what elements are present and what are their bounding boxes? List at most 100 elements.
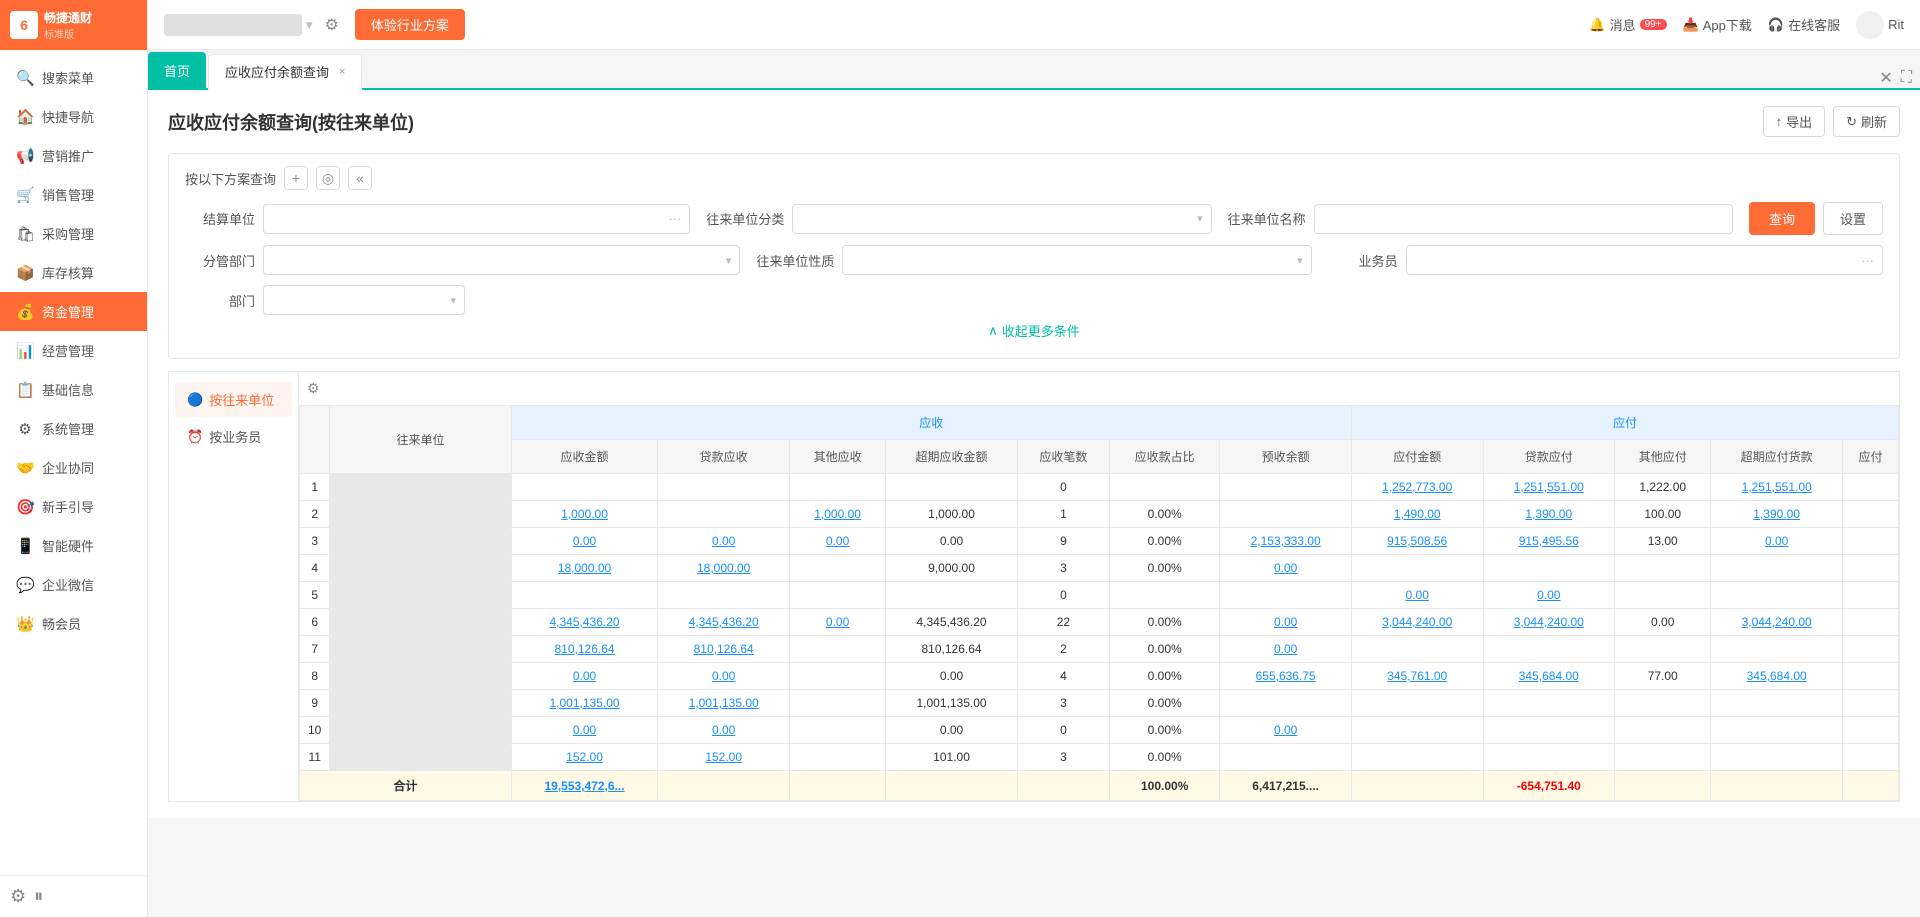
salesperson-dots[interactable]: ··· (1861, 253, 1874, 268)
supervise-dept-label: 分管部门 (185, 251, 255, 270)
left-panel-label-salesperson: 按业务员 (209, 427, 261, 446)
bell-icon: 🔔 (1589, 17, 1605, 33)
counterpart-category-field: 往来单位分类 ▾ (706, 204, 1211, 234)
collapse-sidebar-icon[interactable]: ⏸ (34, 886, 43, 907)
left-panel-label-unit: 按往来单位 (209, 390, 274, 409)
supervise-dept-select[interactable]: ▾ (263, 245, 740, 275)
maximize-icon[interactable]: ⛶ (1901, 69, 1912, 87)
search-toolbar: 按以下方案查询 + ◎ « (185, 166, 1883, 190)
search-row-2: 分管部门 ▾ 往来单位性质 ▾ (185, 245, 1883, 275)
sidebar-label-marketing: 营销推广 (42, 146, 94, 165)
notification-button[interactable]: 🔔 消息 99+ (1589, 15, 1666, 34)
collapse-button[interactable]: ∧ 收起更多条件 (185, 315, 1883, 346)
table-footer: 合计 19,553,472,6... 100.00% 6,417,215.... (300, 771, 1899, 801)
query-button[interactable]: 查询 (1749, 202, 1815, 235)
settings-bottom-icon[interactable]: ⚙ (10, 886, 26, 907)
notification-label: 消息 (1610, 15, 1636, 34)
th-unit: 往来单位 (330, 406, 511, 474)
sidebar-item-member[interactable]: 👑 畅会员 (0, 604, 147, 643)
search-row-3: 部门 ▾ (185, 285, 1883, 315)
sidebar-item-marketing[interactable]: 📢 营销推广 (0, 136, 147, 175)
close-window-icon[interactable]: ✕ (1879, 68, 1892, 88)
left-panel-item-unit[interactable]: 🔵 按往来单位 (175, 382, 292, 417)
sidebar-label-shortcut: 快捷导航 (42, 107, 94, 126)
sidebar-item-search[interactable]: 🔍 搜索菜单 (0, 58, 147, 97)
target-button[interactable]: ◎ (316, 166, 340, 190)
sidebar-item-shortcut[interactable]: 🏠 快捷导航 (0, 97, 147, 136)
table-row: 9██████████1,001,135.001,001,135.001,001… (300, 690, 1899, 717)
logo-icon: 6 (10, 11, 38, 39)
counterpart-name-input[interactable] (1314, 204, 1733, 234)
user-profile[interactable]: U Rit (1856, 11, 1904, 39)
counterpart-nature-select[interactable]: ▾ (842, 245, 1311, 275)
sidebar-item-inventory[interactable]: 📦 库存核算 (0, 253, 147, 292)
counterpart-name-field: 往来单位名称 (1228, 204, 1733, 234)
sidebar-item-hardware[interactable]: 📱 智能硬件 (0, 526, 147, 565)
add-plan-button[interactable]: + (284, 166, 308, 190)
footer-label: 合计 (300, 771, 512, 801)
tab-home[interactable]: 首页 (148, 52, 206, 88)
sidebar-item-enterprise[interactable]: 🤝 企业协同 (0, 448, 147, 487)
settlement-label: 结算单位 (185, 209, 255, 228)
search-area: 按以下方案查询 + ◎ « 结算单位 ··· (168, 153, 1900, 359)
sidebar-label-sales: 销售管理 (42, 185, 94, 204)
breadcrumb-text: ●●●●●●●● (164, 14, 302, 36)
sidebar-nav: 🔍 搜索菜单 🏠 快捷导航 📢 营销推广 🛒 销售管理 🛍 采购管理 📦 (0, 50, 147, 875)
refresh-button[interactable]: ↻ 刷新 (1833, 106, 1900, 137)
app-logo: 6 畅捷通财 标准版 (0, 0, 147, 50)
chevron-down-icon-3: ▾ (1297, 254, 1303, 267)
counterpart-nature-label: 往来单位性质 (756, 251, 834, 270)
solution-button[interactable]: 体验行业方案 (355, 9, 465, 40)
table-row: 11██████████152.00152.00101.0030.00% (300, 744, 1899, 771)
back-button[interactable]: « (348, 166, 372, 190)
counterpart-category-select[interactable]: ▾ (792, 204, 1211, 234)
tabbar: 首页 应收应付余额查询 × ✕ ⛶ (148, 50, 1920, 90)
gear-icon[interactable]: ⚙ (325, 15, 339, 35)
table-row: 6██████████4,345,436.204,345,436.200.004… (300, 609, 1899, 636)
sidebar-label-search: 搜索菜单 (42, 68, 94, 87)
export-button[interactable]: ↑ 导出 (1763, 106, 1826, 137)
sidebar-item-wechat[interactable]: 💬 企业微信 (0, 565, 147, 604)
sidebar-item-operation[interactable]: 📊 经营管理 (0, 331, 147, 370)
sidebar-item-basic[interactable]: 📋 基础信息 (0, 370, 147, 409)
department-select[interactable]: ▾ (263, 285, 465, 315)
th-ap-group: 应付 (1351, 406, 1898, 440)
export-icon: ↑ (1776, 114, 1783, 129)
salesperson-nav-icon: ⏰ (187, 429, 203, 445)
tab-current[interactable]: 应收应付余额查询 × (208, 54, 362, 90)
table-settings-icon[interactable]: ⚙ (307, 380, 320, 397)
sidebar-item-system[interactable]: ⚙ 系统管理 (0, 409, 147, 448)
app-download-label: App下载 (1703, 15, 1752, 34)
supervise-dept-field: 分管部门 ▾ (185, 245, 740, 275)
table-row: 5██████████00.000.00 (300, 582, 1899, 609)
sidebar-bottom: ⚙ ⏸ (0, 875, 147, 917)
app-download-button[interactable]: 📥 App下载 (1683, 15, 1752, 34)
breadcrumb: ●●●●●●●● ▾ (164, 14, 313, 36)
department-label: 部门 (185, 291, 255, 310)
sidebar-item-purchase[interactable]: 🛍 采购管理 (0, 214, 147, 253)
online-service-button[interactable]: 🎧 在线客服 (1768, 15, 1840, 34)
tab-close-icon[interactable]: × (339, 66, 345, 78)
th-ar-other: 其他应收 (789, 440, 885, 474)
left-panel-item-salesperson[interactable]: ⏰ 按业务员 (175, 419, 292, 454)
sidebar-label-inventory: 库存核算 (42, 263, 94, 282)
th-ar-count: 应收笔数 (1017, 440, 1109, 474)
table-row: 1██████████01,252,773.001,251,551.001,22… (300, 474, 1899, 501)
settlement-input[interactable]: ··· (263, 204, 690, 234)
salesperson-input[interactable]: ··· (1406, 245, 1883, 275)
counterpart-category-label: 往来单位分类 (706, 209, 784, 228)
sales-icon: 🛒 (16, 186, 34, 204)
collapse-label: 收起更多条件 (1002, 321, 1080, 340)
page-header: 应收应付余额查询(按往来单位) ↑ 导出 ↻ 刷新 (168, 106, 1900, 137)
table-row: 2██████████1,000.001,000.001,000.0010.00… (300, 501, 1899, 528)
settlement-dots[interactable]: ··· (668, 211, 681, 226)
data-table: 往来单位 应收 应付 应收金额 贷款应收 其他应收 超期应收金额 应收笔数 (299, 405, 1899, 801)
sidebar-item-sales[interactable]: 🛒 销售管理 (0, 175, 147, 214)
search-row-1: 结算单位 ··· 往来单位分类 ▾ (185, 202, 1883, 235)
sidebar-item-finance[interactable]: 💰 资金管理 (0, 292, 147, 331)
settings-button[interactable]: 设置 (1823, 202, 1883, 235)
th-ap-overdue: 超期应付货款 (1711, 440, 1843, 474)
th-ap-amt: 应付金额 (1351, 440, 1483, 474)
sidebar-item-guide[interactable]: 🎯 新手引导 (0, 487, 147, 526)
search-rows: 结算单位 ··· 往来单位分类 ▾ (185, 202, 1883, 315)
